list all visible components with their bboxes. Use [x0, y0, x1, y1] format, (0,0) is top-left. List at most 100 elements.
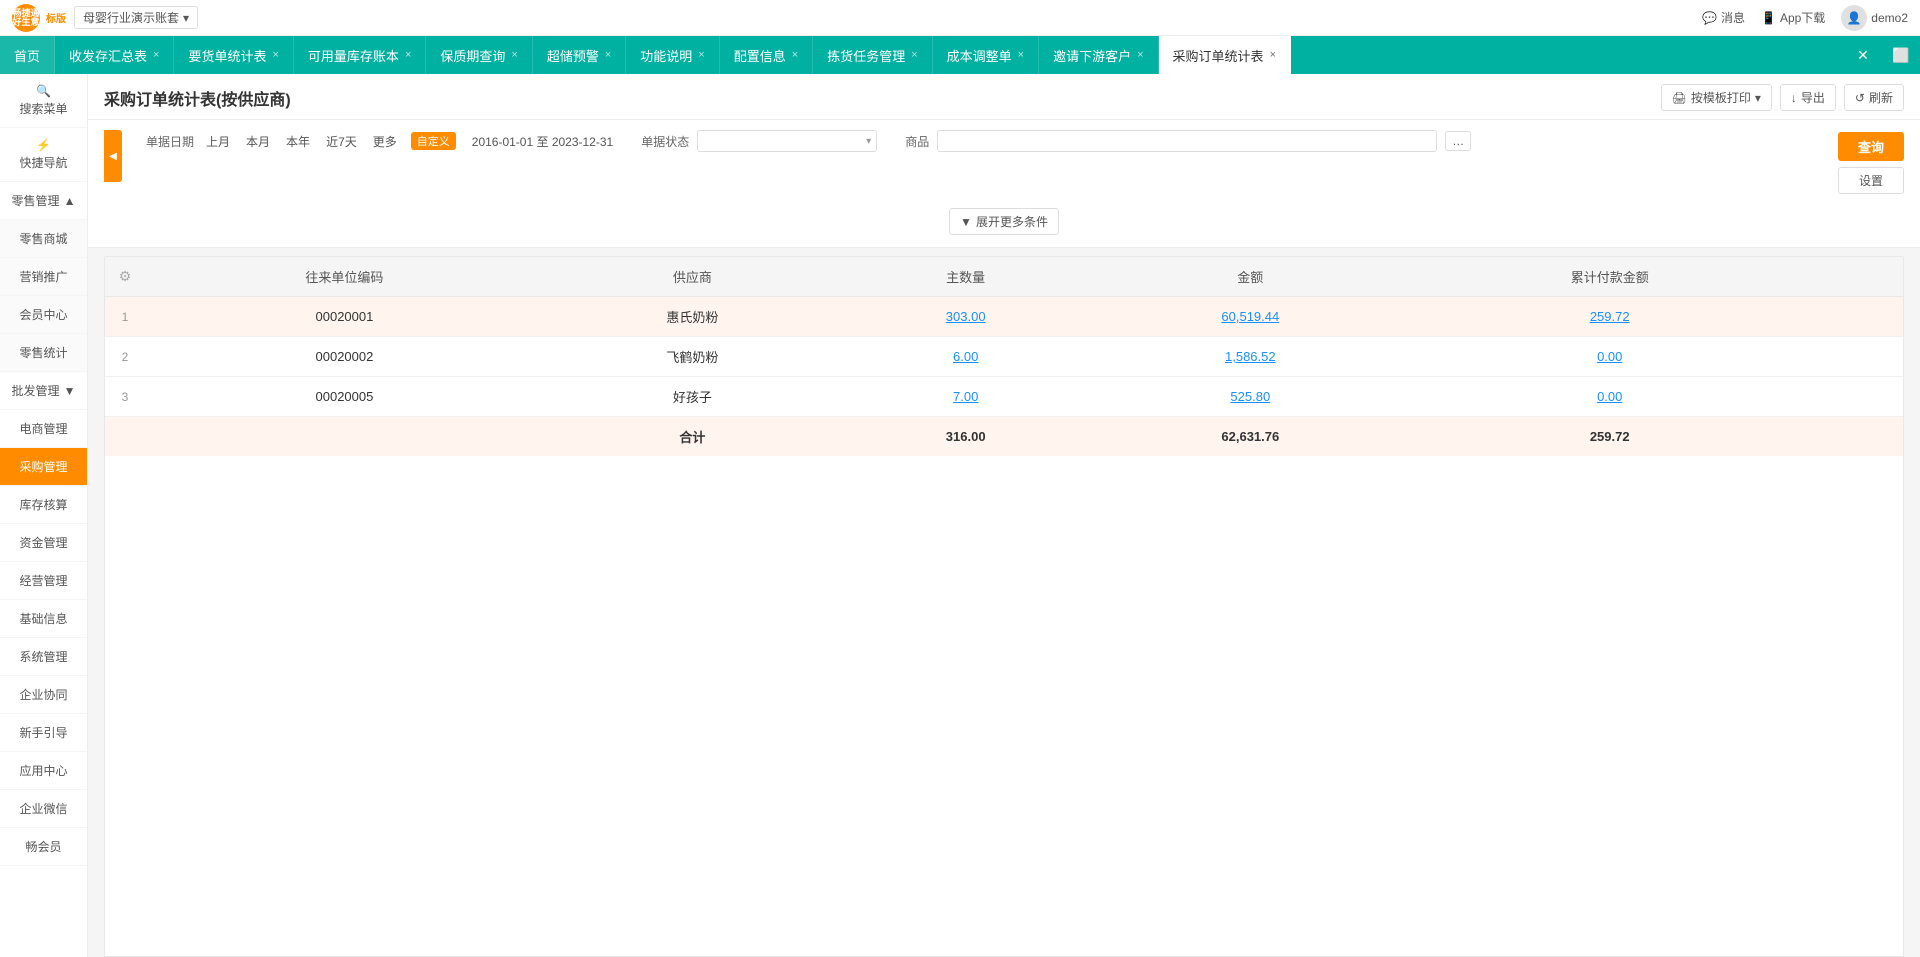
tab-home-label: 首页 [14, 46, 40, 65]
sidebar-item-retail-store[interactable]: 零售商城 [0, 220, 87, 258]
footer-qty: 316.00 [841, 417, 1090, 457]
close-window-button[interactable]: ✕ [1844, 36, 1882, 74]
sidebar-item-purchase[interactable]: 采购管理 [0, 448, 87, 486]
close-icon[interactable]: × [272, 49, 278, 61]
sidebar-item-member-vip[interactable]: 畅会员 [0, 828, 87, 866]
status-select[interactable] [697, 130, 877, 152]
sidebar-item-quicknav[interactable]: ⚡ 快捷导航 [0, 128, 87, 182]
user-profile[interactable]: 👤 demo2 [1841, 5, 1908, 31]
sidebar-label: 企业微信 [19, 800, 67, 817]
sidebar-item-basic-info[interactable]: 基础信息 [0, 600, 87, 638]
cell-qty[interactable]: 6.00 [841, 337, 1090, 377]
print-label: 按模板打印 [1691, 89, 1751, 106]
logo-area: 畅捷通好生意 标版 [12, 4, 66, 32]
filter-date-row: 单据日期 上月 本月 本年 近7天 更多 自定义 2016-01-01 至 20… [146, 130, 1822, 152]
tab-chengben[interactable]: 成本调整单 × [933, 36, 1039, 74]
tab-baozhi[interactable]: 保质期查询 × [426, 36, 532, 74]
sidebar-item-retail-stats[interactable]: 零售统计 [0, 334, 87, 372]
expand-filter-button[interactable]: ▼ 展开更多条件 [949, 208, 1059, 235]
cell-qty[interactable]: 7.00 [841, 377, 1090, 417]
close-icon[interactable]: × [1270, 49, 1276, 61]
close-icon[interactable]: × [405, 49, 411, 61]
print-button[interactable]: 🖨 按模板打印 ▾ [1661, 84, 1772, 111]
close-icon[interactable]: × [1137, 49, 1143, 61]
settings-button[interactable]: 设置 [1838, 167, 1904, 194]
tab-home[interactable]: 首页 [0, 36, 55, 74]
tab-keyong[interactable]: 可用量库存账本 × [294, 36, 426, 74]
sidebar-item-search[interactable]: 🔍 搜索菜单 [0, 74, 87, 128]
sidebar-item-newbie[interactable]: 新手引导 [0, 714, 87, 752]
footer-empty2 [145, 417, 544, 457]
sidebar-label: 营销推广 [19, 268, 67, 285]
sidebar-item-system[interactable]: 系统管理 [0, 638, 87, 676]
goods-input[interactable] [937, 130, 1437, 152]
sidebar-item-appcenter[interactable]: 应用中心 [0, 752, 87, 790]
sidebar-item-enterprise[interactable]: 企业协同 [0, 676, 87, 714]
close-icon[interactable]: × [605, 49, 611, 61]
refresh-button[interactable]: ↺ 刷新 [1844, 84, 1904, 111]
sidebar-label: 资金管理 [19, 534, 67, 551]
tab-label: 采购订单统计表 [1173, 46, 1264, 65]
query-button[interactable]: 查询 [1838, 132, 1904, 161]
tab-yaohuo[interactable]: 要货单统计表 × [174, 36, 293, 74]
cell-supplier: 惠氏奶粉 [544, 297, 841, 337]
maximize-button[interactable]: ⬜ [1882, 36, 1920, 74]
sidebar-label: 零售商城 [19, 230, 67, 247]
tab-peizhi[interactable]: 配置信息 × [720, 36, 813, 74]
custom-date-badge[interactable]: 自定义 [411, 132, 456, 150]
sidebar-item-wechat[interactable]: 企业微信 [0, 790, 87, 828]
message-button[interactable]: 💬 消息 [1702, 9, 1745, 26]
cell-paid[interactable]: 259.72 [1410, 297, 1809, 337]
date-label: 单据日期 [146, 133, 194, 150]
print-icon: 🖨 [1672, 91, 1687, 105]
sidebar-item-members[interactable]: 会员中心 [0, 296, 87, 334]
sidebar-item-ecommerce[interactable]: 电商管理 [0, 410, 87, 448]
shortcut-more[interactable]: 更多 [369, 131, 401, 152]
sidebar-item-retail-mgmt[interactable]: 零售管理 ▲ [0, 182, 87, 220]
nav-tab-end: ✕ ⬜ [1844, 36, 1920, 74]
footer-label: 合计 [544, 417, 841, 457]
app-download-button[interactable]: 📱 App下载 [1761, 9, 1825, 26]
sidebar-item-marketing[interactable]: 营销推广 [0, 258, 87, 296]
row-index: 1 [105, 297, 145, 337]
tab-gongneng[interactable]: 功能说明 × [626, 36, 719, 74]
cell-paid[interactable]: 0.00 [1410, 337, 1809, 377]
shortcut-this-month[interactable]: 本月 [242, 131, 274, 152]
tab-caigou-active[interactable]: 采购订单统计表 × [1159, 36, 1291, 74]
sidebar-item-finance[interactable]: 资金管理 [0, 524, 87, 562]
tab-shoufacun[interactable]: 收发存汇总表 × [55, 36, 174, 74]
sidebar-item-operations[interactable]: 经营管理 [0, 562, 87, 600]
nav-tabs: 首页 收发存汇总表 × 要货单统计表 × 可用量库存账本 × 保质期查询 × 超… [0, 36, 1920, 74]
shortcut-this-year[interactable]: 本年 [282, 131, 314, 152]
logo-icon: 畅捷通好生意 [12, 4, 40, 32]
export-button[interactable]: ↓ 导出 [1780, 84, 1836, 111]
tab-yaoqing[interactable]: 邀请下游客户 × [1039, 36, 1158, 74]
close-icon[interactable]: × [698, 49, 704, 61]
store-selector[interactable]: 母婴行业演示账套 ▾ [74, 6, 198, 29]
tab-chaozhu[interactable]: 超储预警 × [533, 36, 626, 74]
close-icon[interactable]: × [911, 49, 917, 61]
shortcut-7days[interactable]: 近7天 [322, 131, 361, 152]
cell-amount[interactable]: 525.80 [1090, 377, 1410, 417]
cell-amount[interactable]: 1,586.52 [1090, 337, 1410, 377]
sidebar-item-wholesale[interactable]: 批发管理 ▼ [0, 372, 87, 410]
filter-collapse-button[interactable]: ◀ [104, 130, 122, 182]
cell-code: 00020005 [145, 377, 544, 417]
close-icon[interactable]: × [511, 49, 517, 61]
cell-paid[interactable]: 0.00 [1410, 377, 1809, 417]
footer-amount: 62,631.76 [1090, 417, 1410, 457]
tab-label: 可用量库存账本 [308, 46, 399, 65]
close-icon[interactable]: × [153, 49, 159, 61]
close-icon[interactable]: × [792, 49, 798, 61]
shortcut-last-month[interactable]: 上月 [202, 131, 234, 152]
cell-qty[interactable]: 303.00 [841, 297, 1090, 337]
goods-more-btn[interactable]: … [1445, 131, 1471, 151]
sidebar-label: 经营管理 [19, 572, 67, 589]
tab-jianhuo[interactable]: 拣货任务管理 × [813, 36, 932, 74]
cell-amount[interactable]: 60,519.44 [1090, 297, 1410, 337]
search-icon: 🔍 [36, 84, 51, 98]
close-icon[interactable]: × [1018, 49, 1024, 61]
column-settings-icon[interactable]: ⚙ [119, 268, 132, 284]
expand-row: ▼ 展开更多条件 [104, 194, 1904, 237]
sidebar-item-inventory[interactable]: 库存核算 [0, 486, 87, 524]
